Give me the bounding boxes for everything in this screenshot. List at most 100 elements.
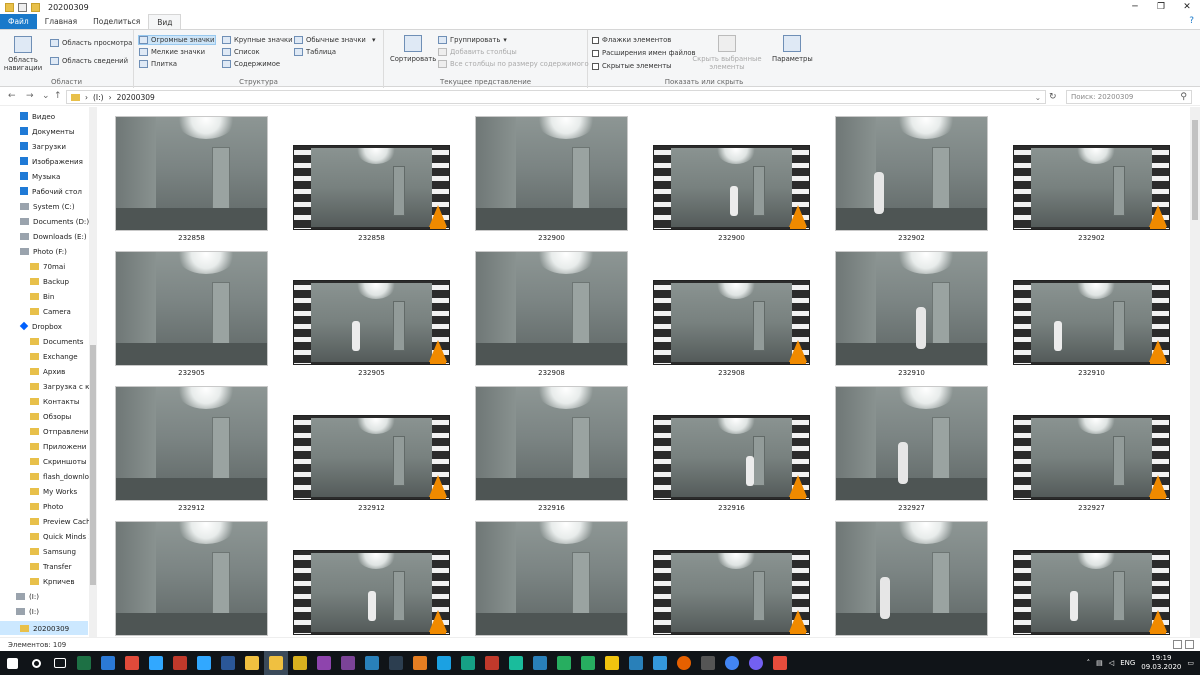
nav-item[interactable]: 20200309 [0, 621, 88, 635]
nav-item[interactable]: (I:) [16, 589, 88, 603]
notepad-icon[interactable] [96, 651, 120, 675]
list-option[interactable]: Список [222, 48, 260, 56]
save-icon[interactable] [384, 651, 408, 675]
nav-item[interactable]: Photo (F:) [20, 244, 88, 258]
paint-icon[interactable] [120, 651, 144, 675]
huge-icons-option[interactable]: Огромные значки [138, 35, 216, 45]
nav-item[interactable]: Photo [30, 499, 88, 513]
search-icon[interactable] [24, 651, 48, 675]
viber-icon[interactable] [744, 651, 768, 675]
nav-item[interactable]: Documents [30, 334, 88, 348]
video-file-tile[interactable]: 232908 [640, 242, 810, 377]
nav-item[interactable]: Preview Cache [30, 514, 95, 528]
nav-item[interactable]: Samsung [30, 544, 88, 558]
item-checkboxes-toggle[interactable]: Флажки элементов [592, 36, 671, 44]
photo-file-tile[interactable]: 232912 [100, 377, 268, 512]
nav-item[interactable]: Документы [20, 124, 88, 138]
photo-file-tile[interactable]: 232908 [460, 242, 628, 377]
chrome-icon[interactable] [720, 651, 744, 675]
breadcrumb-folder[interactable]: 20200309 [117, 93, 155, 102]
photo-file-tile[interactable]: 232902 [820, 107, 988, 242]
maximize-button[interactable]: ❐ [1148, 0, 1174, 14]
explorer-active-icon[interactable] [264, 651, 288, 675]
video-file-tile[interactable]: 232927 [1000, 377, 1170, 512]
add-columns-button[interactable]: Добавить столбцы [438, 48, 517, 56]
video-file-tile[interactable]: 232912 [280, 377, 450, 512]
video-file-tile[interactable]: 232902 [1000, 107, 1170, 242]
app-icon[interactable] [168, 651, 192, 675]
content-option[interactable]: Содержимое [222, 60, 280, 68]
app-icon[interactable] [624, 651, 648, 675]
nav-item[interactable]: Архив [30, 364, 88, 378]
language-indicator[interactable]: ENG [1120, 659, 1135, 667]
explorer-icon[interactable] [240, 651, 264, 675]
app-icon[interactable] [528, 651, 552, 675]
table-option[interactable]: Таблица [294, 48, 336, 56]
app-icon[interactable] [576, 651, 600, 675]
large-icons-option[interactable]: Крупные значки [222, 36, 293, 44]
app-icon[interactable] [456, 651, 480, 675]
photo-file-tile[interactable]: 232905 [100, 242, 268, 377]
properties-icon[interactable] [18, 2, 27, 12]
video-file-tile[interactable]: 232858 [280, 107, 450, 242]
video-file-tile[interactable] [1000, 512, 1170, 637]
app-icon[interactable] [360, 651, 384, 675]
nav-item[interactable]: Загрузки [20, 139, 88, 153]
nav-item[interactable]: flash_downloa [30, 469, 93, 483]
small-icons-option[interactable]: Мелкие значки [139, 48, 205, 56]
volume-icon[interactable]: ◁ [1109, 659, 1114, 667]
nav-item[interactable]: Контакты [30, 394, 88, 408]
app-icon[interactable] [552, 651, 576, 675]
photo-file-tile[interactable]: 232927 [820, 377, 988, 512]
app-icon[interactable] [312, 651, 336, 675]
lightroom-icon[interactable] [144, 651, 168, 675]
nav-item[interactable]: Видео [20, 109, 88, 123]
close-button[interactable]: ✕ [1174, 0, 1200, 14]
photo-file-tile[interactable]: 232910 [820, 242, 988, 377]
help-icon[interactable]: ? [1189, 16, 1194, 26]
layout-scroll-icon[interactable]: ▾ [372, 36, 376, 44]
app-icon[interactable] [600, 651, 624, 675]
nav-item[interactable]: Крпичев [30, 574, 88, 588]
app-icon[interactable] [648, 651, 672, 675]
medium-icons-option[interactable]: Обычные значки [294, 36, 366, 44]
excel-icon[interactable] [72, 651, 96, 675]
word-icon[interactable] [216, 651, 240, 675]
tiles-option[interactable]: Плитка [139, 60, 177, 68]
nav-item[interactable]: Музыка [20, 169, 88, 183]
photo-file-tile[interactable]: 232916 [460, 377, 628, 512]
app-icon[interactable] [504, 651, 528, 675]
app-icon[interactable] [480, 651, 504, 675]
group-by-button[interactable]: Группировать ▾ [438, 36, 507, 44]
nav-item[interactable]: Рабочий стол [20, 184, 88, 198]
nav-item[interactable]: Изображения [20, 154, 88, 168]
nav-item[interactable]: Downloads (E:) [20, 229, 88, 243]
nav-pane-button[interactable]: Область навигации [4, 36, 42, 72]
forward-icon[interactable]: → [26, 91, 34, 101]
photo-file-tile[interactable] [460, 512, 628, 637]
refresh-icon[interactable]: ↻ [1049, 92, 1057, 102]
address-dropdown-icon[interactable]: ⌄ [1035, 93, 1045, 102]
nav-item[interactable]: Documents (D:) [20, 214, 89, 228]
search-input[interactable]: Поиск: 20200309 ⚲ [1066, 90, 1192, 104]
nav-item[interactable]: Transfer [30, 559, 88, 573]
nav-item[interactable]: Dropbox [19, 319, 88, 333]
tab-file[interactable]: Файл [0, 14, 37, 29]
tab-home[interactable]: Главная [37, 14, 85, 29]
up-icon[interactable]: ↑ [54, 91, 62, 101]
nav-item[interactable]: Загрузка с ка [30, 379, 94, 393]
nav-item[interactable]: Quick Minds 2 [30, 529, 93, 543]
tab-share[interactable]: Поделиться [85, 14, 148, 29]
content-scrollbar-thumb[interactable] [1192, 120, 1198, 220]
app-icon[interactable] [696, 651, 720, 675]
details-pane-button[interactable]: Область сведений [50, 57, 128, 65]
clock[interactable]: 19:19 09.03.2020 [1141, 654, 1181, 672]
nav-item[interactable]: Отправлени [30, 424, 89, 438]
edge-icon[interactable] [432, 651, 456, 675]
media-icon[interactable] [336, 651, 360, 675]
nav-item[interactable]: Backup [30, 274, 88, 288]
app-icon[interactable] [408, 651, 432, 675]
details-view-icon[interactable] [1173, 640, 1182, 649]
network-icon[interactable]: ▤ [1096, 659, 1103, 667]
photoshop-icon[interactable] [192, 651, 216, 675]
